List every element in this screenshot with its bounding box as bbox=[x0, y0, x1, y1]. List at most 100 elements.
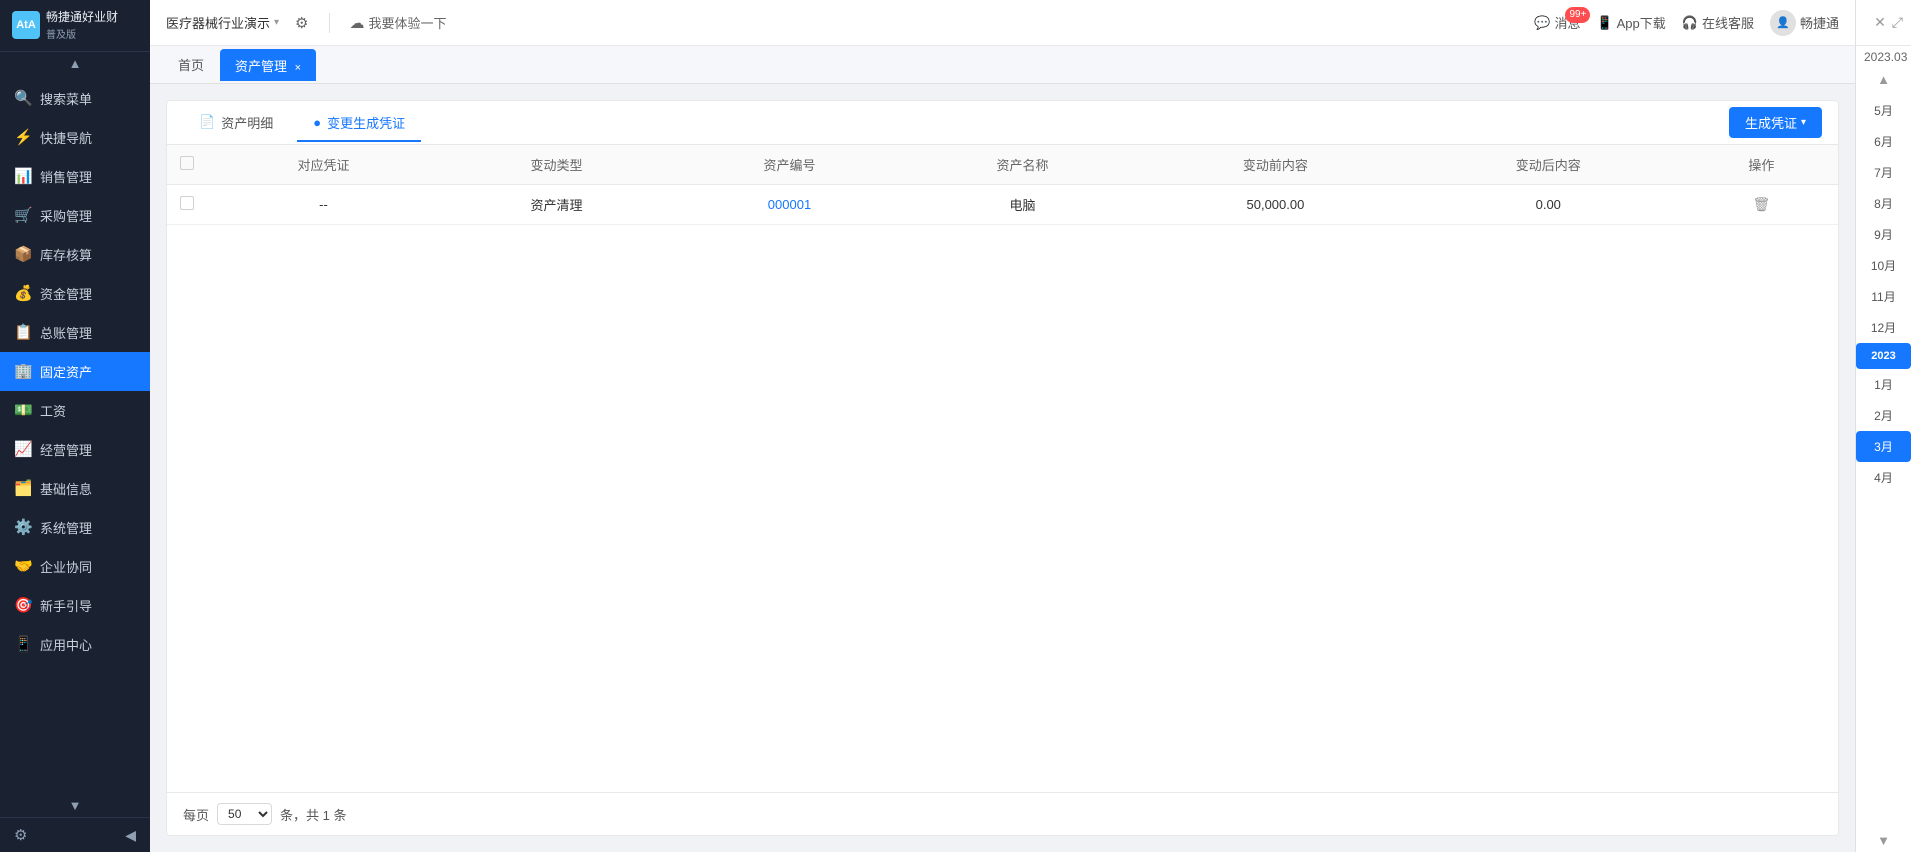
tab-asset-management[interactable]: 资产管理 × bbox=[220, 49, 316, 81]
right-panel: ✕ ⤢ 2023.03 ▲ 5月6月7月8月9月10月11月12月20231月2… bbox=[1855, 0, 1911, 852]
sidebar-item-inventory[interactable]: 📦库存核算 bbox=[0, 235, 150, 274]
user-menu[interactable]: 👤 畅捷通 bbox=[1770, 10, 1839, 36]
sidebar-item-payroll[interactable]: 💵工资 bbox=[0, 391, 150, 430]
sidebar-icon-ledger: 📋 bbox=[14, 323, 32, 341]
sidebar-label-operations: 经营管理 bbox=[40, 440, 92, 459]
topbar-right: 💬 消息 99+ 📱 App下载 🎧 在线客服 👤 畅捷通 bbox=[1534, 10, 1839, 36]
col-before-content: 变动前内容 bbox=[1139, 145, 1412, 185]
messages-icon: 💬 bbox=[1534, 15, 1550, 31]
row-action-0: 🗑 bbox=[1685, 185, 1838, 225]
page-content: 📄 资产明细 ● 变更生成凭证 生成凭证 ▾ bbox=[150, 84, 1855, 852]
col-change-type: 变动类型 bbox=[440, 145, 673, 185]
row-change-type-0: 资产清理 bbox=[440, 185, 673, 225]
tab-close-icon[interactable]: × bbox=[295, 62, 301, 74]
sidebar-item-operations[interactable]: 📈 经营管理 bbox=[0, 430, 150, 469]
right-panel-header: ✕ ⤢ bbox=[1856, 0, 1911, 46]
sidebar-item-fixedasset[interactable]: 🏢固定资产 bbox=[0, 352, 150, 391]
month-scroll-up[interactable]: ▲ bbox=[1856, 68, 1911, 91]
right-panel-expand-icon[interactable]: ⤢ bbox=[1892, 14, 1903, 31]
month-item-12月[interactable]: 12月 bbox=[1856, 312, 1911, 343]
delete-row-0[interactable]: 🗑 bbox=[1752, 196, 1770, 212]
sidebar-item-finance[interactable]: 💰资金管理 bbox=[0, 274, 150, 313]
sidebar-scroll-down[interactable]: ▼ bbox=[0, 794, 150, 817]
topbar: 医疗器械行业演示 ▾ ⚙ ☁ 我要体验一下 💬 消息 99+ 📱 App下载 🎧… bbox=[150, 0, 1855, 46]
generate-voucher-button[interactable]: 生成凭证 ▾ bbox=[1729, 107, 1822, 138]
row-checkbox-cell bbox=[167, 185, 207, 225]
sidebar-item-quicknav[interactable]: ⚡ 快捷导航 bbox=[0, 118, 150, 157]
month-item-1月[interactable]: 1月 bbox=[1856, 369, 1911, 400]
sidebar-icon-sales: 📊 bbox=[14, 167, 32, 185]
sidebar-bottom: ⚙ ◀ bbox=[0, 817, 150, 852]
sidebar-label-ledger: 总账管理 bbox=[40, 323, 92, 342]
month-item-10月[interactable]: 10月 bbox=[1856, 250, 1911, 281]
sidebar-item-basicinfo[interactable]: 🗂️基础信息 bbox=[0, 469, 150, 508]
sidebar: AtA 畅捷通好业财 普及版 ▲ 🔍搜索菜单 ⚡ 快捷导航 📊销售管理🛒采购管理📦库存… bbox=[0, 0, 150, 852]
company-selector[interactable]: 医疗器械行业演示 ▾ bbox=[166, 13, 279, 32]
row-before-content-0: 50,000.00 bbox=[1139, 185, 1412, 225]
month-item-7月[interactable]: 7月 bbox=[1856, 157, 1911, 188]
select-all-checkbox[interactable] bbox=[180, 156, 194, 170]
month-item-11月[interactable]: 11月 bbox=[1856, 281, 1911, 312]
app-download-button[interactable]: 📱 App下载 bbox=[1596, 13, 1665, 32]
sidebar-logo: AtA 畅捷通好业财 普及版 bbox=[0, 0, 150, 52]
online-service-label: 在线客服 bbox=[1702, 13, 1754, 32]
sidebar-icon-basicinfo: 🗂️ bbox=[14, 479, 32, 497]
sidebar-label-appcenter: 应用中心 bbox=[40, 635, 92, 654]
sidebar-label-purchase: 采购管理 bbox=[40, 206, 92, 225]
generate-voucher-label: 生成凭证 bbox=[1745, 113, 1797, 132]
sidebar-icon-quicknav: ⚡ bbox=[14, 128, 32, 146]
row-asset-name-0: 电脑 bbox=[906, 185, 1139, 225]
asset-detail-icon: 📄 bbox=[199, 114, 215, 130]
tab-home[interactable]: 首页 bbox=[166, 49, 216, 80]
sidebar-icon-cooperation: 🤝 bbox=[14, 557, 32, 575]
subtab-asset-detail[interactable]: 📄 资产明细 bbox=[183, 105, 289, 142]
month-item-5月[interactable]: 5月 bbox=[1856, 95, 1911, 126]
sidebar-item-ledger[interactable]: 📋 总账管理 bbox=[0, 313, 150, 352]
year-badge[interactable]: 2023 bbox=[1856, 343, 1911, 369]
collapse-icon[interactable]: ◀ bbox=[125, 827, 136, 844]
row-asset-code-0: 000001 bbox=[673, 185, 906, 225]
per-page-select[interactable]: 102050100 bbox=[217, 803, 272, 825]
settings-icon[interactable]: ⚙ bbox=[14, 826, 27, 844]
company-settings-icon[interactable]: ⚙ bbox=[295, 14, 308, 32]
company-dropdown-arrow: ▾ bbox=[274, 17, 279, 28]
sidebar-item-search[interactable]: 🔍搜索菜单 bbox=[0, 79, 150, 118]
online-service-button[interactable]: 🎧 在线客服 bbox=[1682, 13, 1754, 32]
experience-label: 我要体验一下 bbox=[369, 13, 447, 32]
right-panel-months: 5月6月7月8月9月10月11月12月20231月2月3月4月 bbox=[1856, 91, 1911, 829]
sidebar-item-purchase[interactable]: 🛒采购管理 bbox=[0, 196, 150, 235]
online-service-icon: 🎧 bbox=[1682, 15, 1698, 31]
experience-icon: ☁ bbox=[350, 14, 365, 32]
sidebar-icon-operations: 📈 bbox=[14, 440, 32, 458]
sidebar-item-newguide[interactable]: 🎯新手引导 bbox=[0, 586, 150, 625]
sidebar-item-appcenter[interactable]: 📱应用中心 bbox=[0, 625, 150, 664]
month-item-4月[interactable]: 4月 bbox=[1856, 462, 1911, 493]
main-content: 医疗器械行业演示 ▾ ⚙ ☁ 我要体验一下 💬 消息 99+ 📱 App下载 🎧… bbox=[150, 0, 1855, 852]
sidebar-label-quicknav: 快捷导航 bbox=[40, 128, 92, 147]
sidebar-icon-sysmanage: ⚙️ bbox=[14, 518, 32, 536]
month-item-9月[interactable]: 9月 bbox=[1856, 219, 1911, 250]
row-voucher-0: -- bbox=[207, 185, 440, 225]
month-scroll-down[interactable]: ▼ bbox=[1856, 829, 1911, 852]
month-item-6月[interactable]: 6月 bbox=[1856, 126, 1911, 157]
topbar-divider bbox=[329, 13, 330, 33]
experience-button[interactable]: ☁ 我要体验一下 bbox=[350, 13, 447, 32]
month-item-2月[interactable]: 2月 bbox=[1856, 400, 1911, 431]
month-item-3月[interactable]: 3月 bbox=[1856, 431, 1911, 462]
sidebar-scroll-up[interactable]: ▲ bbox=[0, 52, 150, 75]
table-body: -- 资产清理 000001 电脑 50,000.00 0.00 🗑 bbox=[167, 185, 1838, 225]
subtab-change-voucher[interactable]: ● 变更生成凭证 bbox=[297, 105, 421, 142]
sidebar-item-sales[interactable]: 📊销售管理 bbox=[0, 157, 150, 196]
right-panel-close-icon[interactable]: ✕ bbox=[1874, 14, 1886, 31]
sidebar-label-fixedasset: 固定资产 bbox=[40, 362, 92, 381]
right-panel-year: 2023.03 bbox=[1856, 46, 1911, 68]
row-checkbox-0[interactable] bbox=[180, 196, 194, 210]
sidebar-label-finance: 资金管理 bbox=[40, 284, 92, 303]
sidebar-item-sysmanage[interactable]: ⚙️ 系统管理 bbox=[0, 508, 150, 547]
sidebar-item-cooperation[interactable]: 🤝企业协同 bbox=[0, 547, 150, 586]
month-item-8月[interactable]: 8月 bbox=[1856, 188, 1911, 219]
sidebar-label-sysmanage: 系统管理 bbox=[40, 518, 92, 537]
sidebar-nav: 🔍搜索菜单 ⚡ 快捷导航 📊销售管理🛒采购管理📦库存核算💰资金管理 📋 总账管理 🏢固定资产… bbox=[0, 75, 150, 794]
col-asset-code: 资产编号 bbox=[673, 145, 906, 185]
messages-button[interactable]: 💬 消息 99+ bbox=[1534, 13, 1580, 32]
